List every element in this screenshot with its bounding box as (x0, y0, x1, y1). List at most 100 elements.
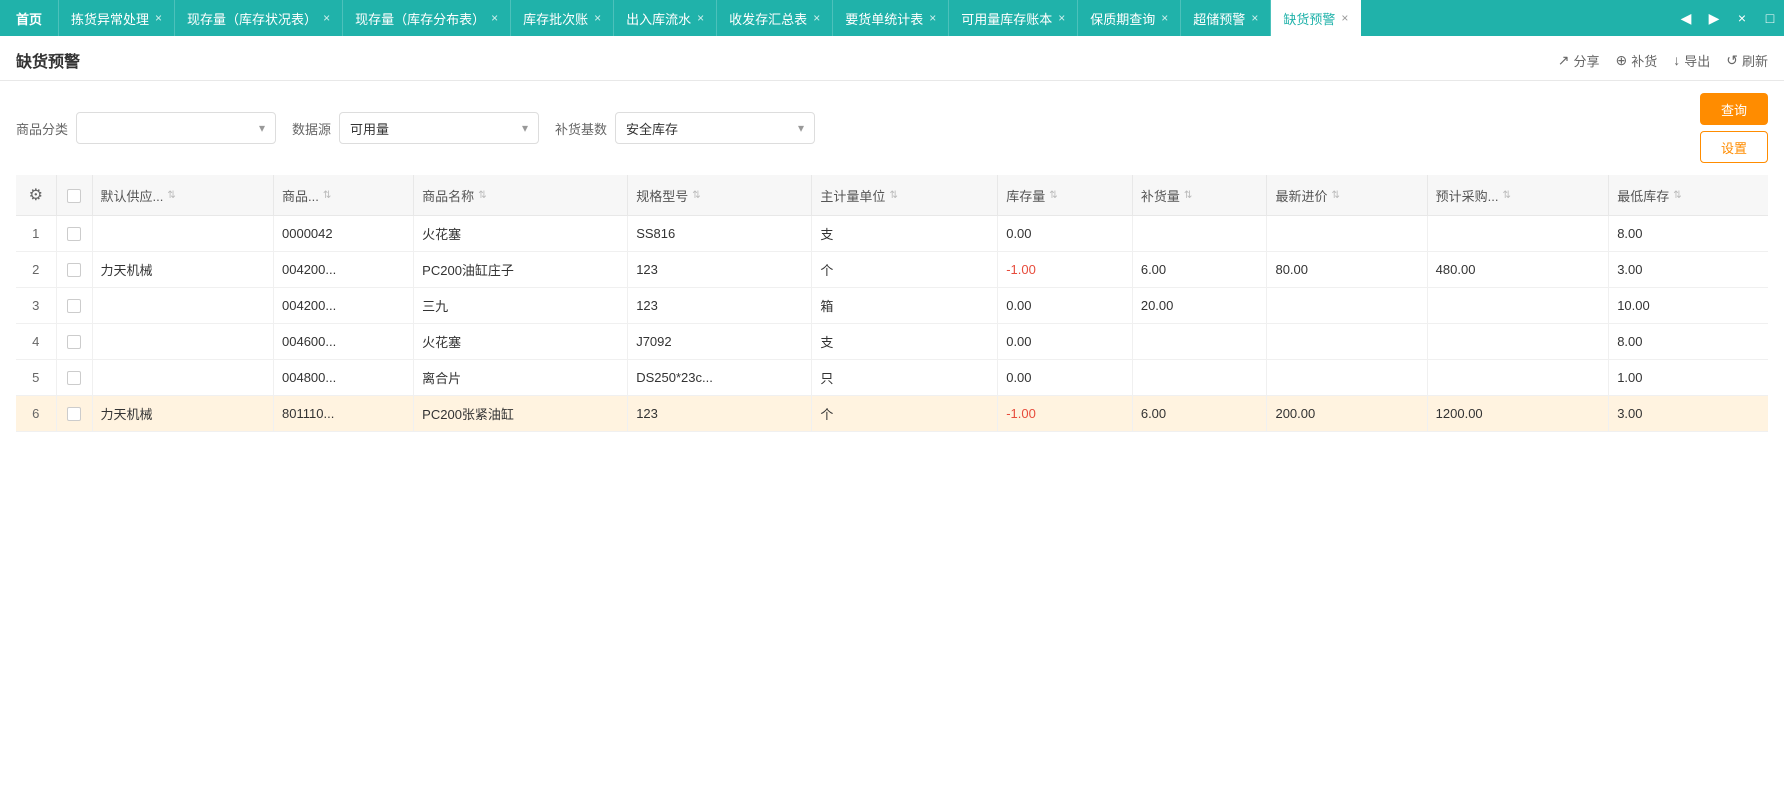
settings-button[interactable]: 设置 (1700, 131, 1768, 163)
tab-shortage-close[interactable]: × (1341, 11, 1348, 25)
select-all-checkbox[interactable] (67, 189, 81, 203)
table-container: ⚙ 默认供应... ⇅ 商品... ⇅ (0, 175, 1784, 432)
datasource-filter-label: 数据源 (292, 119, 331, 138)
tab-collect-summary[interactable]: 收发存汇总表 × (717, 0, 833, 36)
settings-gear-icon[interactable]: ⚙ (29, 187, 43, 204)
tab-inventory-status-label: 现存量（库存状况表） (187, 9, 317, 28)
row-checkbox-1[interactable] (67, 263, 81, 277)
export-button[interactable]: ↓ 导出 (1673, 51, 1710, 70)
cell-stock-4: 0.00 (998, 360, 1133, 396)
tab-batch-account[interactable]: 库存批次账 × (511, 0, 614, 36)
tab-nav-buttons: ◀ ▶ × □ (1672, 0, 1784, 36)
row-checkbox-3[interactable] (67, 335, 81, 349)
th-replenish-qty: 补货量 ⇅ (1132, 175, 1267, 216)
filter-actions: 查询 设置 (1700, 93, 1768, 163)
tab-collect-summary-close[interactable]: × (813, 11, 820, 25)
row-checkbox-4[interactable] (67, 371, 81, 385)
replenish-button[interactable]: ⊕ 补货 (1615, 51, 1657, 70)
cell-checkbox-2 (56, 288, 92, 324)
th-unit-label: 主计量单位 (820, 186, 885, 205)
tab-collect-summary-label: 收发存汇总表 (729, 9, 807, 28)
cell-unit-3: 支 (812, 324, 998, 360)
cell-supplier-2 (92, 288, 274, 324)
tab-demand-stats-close[interactable]: × (929, 11, 936, 25)
tab-next-button[interactable]: ▶ (1700, 0, 1728, 36)
tab-inout-flow-label: 出入库流水 (626, 9, 691, 28)
cell-stock-1: -1.00 (998, 252, 1133, 288)
cell-name-5: PC200张紧油缸 (414, 396, 628, 432)
cell-name-3: 火花塞 (414, 324, 628, 360)
cell-replenish-2: 20.00 (1132, 288, 1267, 324)
sort-latest-price-icon[interactable]: ⇅ (1331, 190, 1339, 201)
cell-unit-0: 支 (812, 216, 998, 252)
tab-available-ledger[interactable]: 可用量库存账本 × (949, 0, 1078, 36)
tab-shortage[interactable]: 缺货预警 × (1271, 0, 1361, 36)
tab-abnormal-close[interactable]: × (155, 11, 162, 25)
sort-supplier-icon[interactable]: ⇅ (167, 190, 175, 201)
sort-product-code-icon[interactable]: ⇅ (323, 190, 331, 201)
tab-inout-flow-close[interactable]: × (697, 11, 704, 25)
row-checkbox-5[interactable] (67, 407, 81, 421)
tab-overstock-close[interactable]: × (1251, 11, 1258, 25)
table-row: 2 力天机械 004200... PC200油缸庄子 123 个 -1.00 6… (16, 252, 1768, 288)
refresh-icon: ↺ (1726, 52, 1738, 69)
category-select[interactable]: ▾ (76, 112, 276, 144)
sort-stock-qty-icon[interactable]: ⇅ (1049, 190, 1057, 201)
tab-overstock[interactable]: 超储预警 × (1181, 0, 1271, 36)
cell-checkbox-3 (56, 324, 92, 360)
datasource-select[interactable]: 可用量 ▾ (339, 112, 539, 144)
tab-inventory-status[interactable]: 现存量（库存状况表） × (175, 0, 343, 36)
tab-expiry-query-close[interactable]: × (1161, 11, 1168, 25)
row-checkbox-2[interactable] (67, 299, 81, 313)
th-est-purchase-label: 预计采购... (1436, 186, 1499, 205)
sort-est-purchase-icon[interactable]: ⇅ (1503, 190, 1511, 201)
cell-spec-5: 123 (628, 396, 812, 432)
tab-abnormal[interactable]: 拣货异常处理 × (59, 0, 175, 36)
share-button[interactable]: ↗ 分享 (1558, 51, 1600, 70)
replenish-basis-label: 补货基数 (555, 119, 607, 138)
cell-name-4: 离合片 (414, 360, 628, 396)
cell-name-0: 火花塞 (414, 216, 628, 252)
sort-spec-icon[interactable]: ⇅ (692, 190, 700, 201)
share-icon: ↗ (1558, 52, 1570, 69)
tab-available-ledger-close[interactable]: × (1058, 11, 1065, 25)
table-row: 4 004600... 火花塞 J7092 支 0.00 8.00 (16, 324, 1768, 360)
cell-index-1: 2 (16, 252, 56, 288)
tab-inventory-status-close[interactable]: × (323, 11, 330, 25)
th-checkbox (56, 175, 92, 216)
th-default-supplier-label: 默认供应... (101, 186, 164, 205)
cell-replenish-1: 6.00 (1132, 252, 1267, 288)
tab-maximize-button[interactable]: □ (1756, 0, 1784, 36)
category-filter-label: 商品分类 (16, 119, 68, 138)
datasource-select-arrow: ▾ (522, 121, 528, 135)
cell-est-purchase-1: 480.00 (1427, 252, 1609, 288)
maximize-icon: □ (1766, 10, 1774, 26)
sort-replenish-qty-icon[interactable]: ⇅ (1184, 190, 1192, 201)
tab-close-all-button[interactable]: × (1728, 0, 1756, 36)
tab-demand-stats[interactable]: 要货单统计表 × (833, 0, 949, 36)
tab-inventory-dist[interactable]: 现存量（库存分布表） × (343, 0, 511, 36)
row-checkbox-0[interactable] (67, 227, 81, 241)
shortage-table: ⚙ 默认供应... ⇅ 商品... ⇅ (16, 175, 1768, 432)
cell-est-purchase-3 (1427, 324, 1609, 360)
tab-batch-account-close[interactable]: × (594, 11, 601, 25)
tab-prev-button[interactable]: ◀ (1672, 0, 1700, 36)
category-filter-group: 商品分类 ▾ (16, 112, 276, 144)
cell-checkbox-0 (56, 216, 92, 252)
sort-min-stock-icon[interactable]: ⇅ (1673, 190, 1681, 201)
tab-inventory-dist-close[interactable]: × (491, 11, 498, 25)
cell-supplier-1: 力天机械 (92, 252, 274, 288)
page-content: 缺货预警 ↗ 分享 ⊕ 补货 ↓ 导出 ↺ 刷新 商品分类 (0, 36, 1784, 796)
query-button[interactable]: 查询 (1700, 93, 1768, 125)
tab-home-label: 首页 (16, 9, 42, 28)
tab-inout-flow[interactable]: 出入库流水 × (614, 0, 717, 36)
sort-unit-icon[interactable]: ⇅ (889, 190, 897, 201)
tab-home[interactable]: 首页 (0, 0, 59, 36)
cell-stock-3: 0.00 (998, 324, 1133, 360)
replenish-basis-select-arrow: ▾ (798, 121, 804, 135)
replenish-basis-select[interactable]: 安全库存 ▾ (615, 112, 815, 144)
cell-latest-price-5: 200.00 (1267, 396, 1427, 432)
tab-expiry-query[interactable]: 保质期查询 × (1078, 0, 1181, 36)
sort-product-name-icon[interactable]: ⇅ (478, 190, 486, 201)
refresh-button[interactable]: ↺ 刷新 (1726, 51, 1768, 70)
